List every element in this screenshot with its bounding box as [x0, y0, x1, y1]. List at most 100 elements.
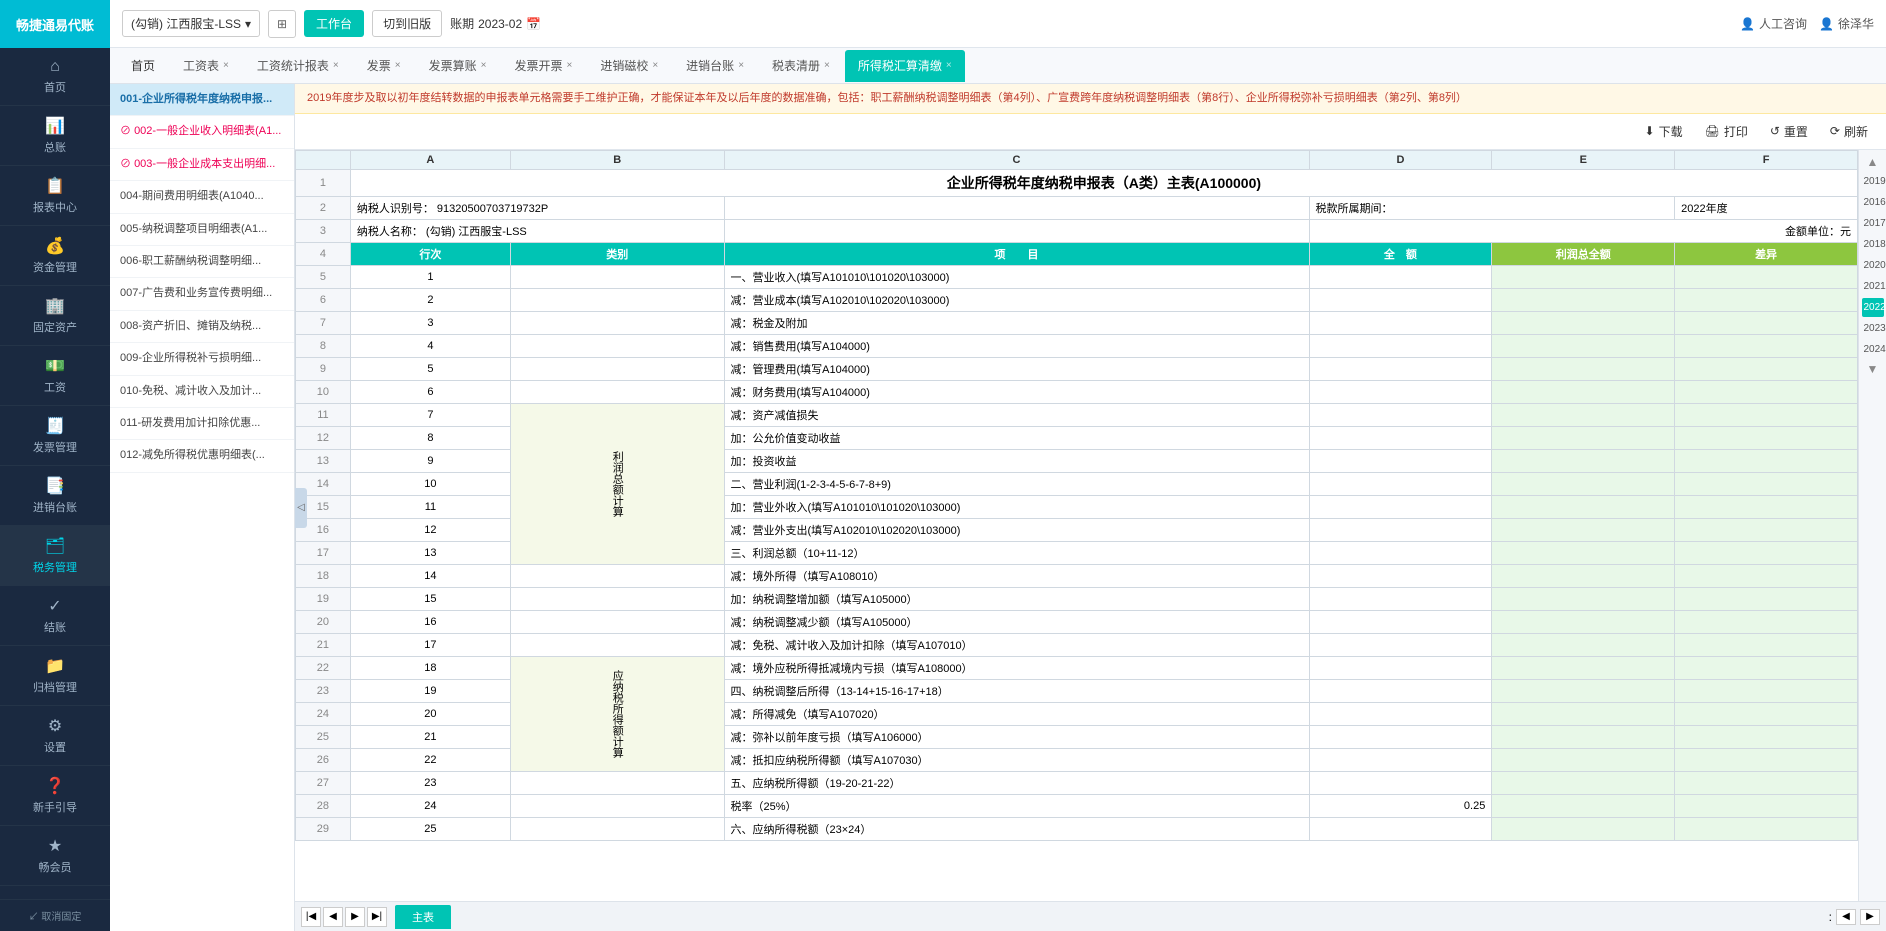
cell-xingci-2[interactable]: 2 — [350, 288, 510, 311]
cell-xingci-24[interactable]: 24 — [350, 794, 510, 817]
cell-xiangmu-12[interactable]: 减：营业外支出(填写A102010\102020\103000) — [724, 518, 1309, 541]
cell-quane-21[interactable] — [1309, 725, 1492, 748]
tab-invoice-calc[interactable]: 发票算账 × — [416, 50, 500, 82]
cell-lirun-5[interactable] — [1492, 357, 1675, 380]
close-tab-income-tax[interactable]: × — [946, 60, 952, 71]
cell-xingci-3[interactable]: 3 — [350, 311, 510, 334]
refresh-btn[interactable]: ⟳ 刷新 — [1824, 120, 1874, 143]
sidebar-item-sales[interactable]: 📑 进销台账 — [0, 466, 110, 526]
cell-quane-24[interactable]: 0.25 — [1309, 794, 1492, 817]
cell-chayi-4[interactable] — [1675, 334, 1858, 357]
cell-lirun-1[interactable] — [1492, 265, 1675, 288]
cell-xiangmu-19[interactable]: 四、纳税调整后所得（13-14+15-16-17+18） — [724, 679, 1309, 702]
cell-xiangmu-22[interactable]: 减：抵扣应纳税所得额（填写A107030） — [724, 748, 1309, 771]
cell-xingci-20[interactable]: 20 — [350, 702, 510, 725]
year-btn-2017[interactable]: 2017 — [1862, 214, 1884, 233]
cell-quane-22[interactable] — [1309, 748, 1492, 771]
cell-lirun-15[interactable] — [1492, 587, 1675, 610]
cell-chayi-6[interactable] — [1675, 380, 1858, 403]
cell-xiangmu-4[interactable]: 减：销售费用(填写A104000) — [724, 334, 1309, 357]
cell-xingci-17[interactable]: 17 — [350, 633, 510, 656]
sub-nav-item-009[interactable]: 009-企业所得税补亏损明细... — [110, 343, 294, 375]
cell-xiangmu-9[interactable]: 加：投资收益 — [724, 449, 1309, 472]
sub-nav-item-007[interactable]: 007-广告费和业务宣传费明细... — [110, 278, 294, 310]
cell-xingci-7[interactable]: 7 — [350, 403, 510, 426]
scroll-left-btn[interactable]: ◀ — [1836, 909, 1856, 925]
cell-chayi-14[interactable] — [1675, 564, 1858, 587]
cell-quane-8[interactable] — [1309, 426, 1492, 449]
cell-lirun-11[interactable] — [1492, 495, 1675, 518]
cell-chayi-22[interactable] — [1675, 748, 1858, 771]
sidebar-item-guide[interactable]: ❓ 新手引导 — [0, 766, 110, 826]
tab-income-tax[interactable]: 所得税汇算清缴 × — [845, 50, 965, 82]
tab-home[interactable]: 首页 — [118, 50, 168, 82]
sub-nav-item-006[interactable]: 006-职工薪酬纳税调整明细... — [110, 246, 294, 278]
sub-nav-item-004[interactable]: 004-期间费用明细表(A1040... — [110, 181, 294, 213]
reset-btn[interactable]: ↺ 重置 — [1764, 120, 1814, 143]
sheet-nav-next-btn[interactable]: ▶ — [345, 907, 365, 927]
print-btn[interactable]: 🖨 打印 — [1699, 120, 1754, 143]
sheet-nav-last-btn[interactable]: ▶| — [367, 907, 387, 927]
cell-xiangmu-13[interactable]: 三、利润总额（10+11-12） — [724, 541, 1309, 564]
cell-quane-13[interactable] — [1309, 541, 1492, 564]
cell-lirun-16[interactable] — [1492, 610, 1675, 633]
cell-quane-11[interactable] — [1309, 495, 1492, 518]
cell-lirun-20[interactable] — [1492, 702, 1675, 725]
cell-lirun-3[interactable] — [1492, 311, 1675, 334]
close-tab-purchase-verify[interactable]: × — [652, 60, 658, 71]
cell-xingci-10[interactable]: 10 — [350, 472, 510, 495]
cell-xiangmu-24[interactable]: 税率（25%） — [724, 794, 1309, 817]
sub-nav-item-001[interactable]: 001-企业所得税年度纳税申报... — [110, 84, 294, 116]
cell-quane-2[interactable] — [1309, 288, 1492, 311]
cell-xiangmu-23[interactable]: 五、应纳税所得额（19-20-21-22） — [724, 771, 1309, 794]
cell-xiangmu-2[interactable]: 减：营业成本(填写A102010\102020\103000) — [724, 288, 1309, 311]
cell-chayi-25[interactable] — [1675, 817, 1858, 840]
cell-xingci-6[interactable]: 6 — [350, 380, 510, 403]
cell-chayi-15[interactable] — [1675, 587, 1858, 610]
cell-xiangmu-20[interactable]: 减：所得减免（填写A107020） — [724, 702, 1309, 725]
cell-xiangmu-25[interactable]: 六、应纳所得税额（23×24） — [724, 817, 1309, 840]
cell-xingci-25[interactable]: 25 — [350, 817, 510, 840]
cell-lirun-24[interactable] — [1492, 794, 1675, 817]
company-settings-btn[interactable]: ⊞ — [268, 10, 296, 38]
cell-chayi-18[interactable] — [1675, 656, 1858, 679]
tab-invoice-open[interactable]: 发票开票 × — [501, 50, 585, 82]
tab-purchase-ledger[interactable]: 进销台账 × — [673, 50, 757, 82]
year-nav-up-btn[interactable]: ▲ — [1862, 154, 1884, 170]
cell-xingci-23[interactable]: 23 — [350, 771, 510, 794]
cell-quane-3[interactable] — [1309, 311, 1492, 334]
cell-chayi-23[interactable] — [1675, 771, 1858, 794]
cell-xingci-5[interactable]: 5 — [350, 357, 510, 380]
year-btn-2020[interactable]: 2020 — [1862, 256, 1884, 275]
cell-xingci-1[interactable]: 1 — [350, 265, 510, 288]
cell-xiangmu-3[interactable]: 减：税金及附加 — [724, 311, 1309, 334]
cell-chayi-11[interactable] — [1675, 495, 1858, 518]
tab-tax-table[interactable]: 税表清册 × — [759, 50, 843, 82]
cell-xiangmu-15[interactable]: 加：纳税调整增加额（填写A105000） — [724, 587, 1309, 610]
cell-xingci-12[interactable]: 12 — [350, 518, 510, 541]
cell-xingci-4[interactable]: 4 — [350, 334, 510, 357]
cell-lirun-23[interactable] — [1492, 771, 1675, 794]
cell-chayi-24[interactable] — [1675, 794, 1858, 817]
ai-consult-btn[interactable]: 👤 人工咨询 — [1740, 15, 1807, 32]
sub-nav-item-005[interactable]: 005-纳税调整项目明细表(A1... — [110, 214, 294, 246]
cell-xiangmu-10[interactable]: 二、营业利润(1-2-3-4-5-6-7-8+9) — [724, 472, 1309, 495]
cell-lirun-19[interactable] — [1492, 679, 1675, 702]
cell-xiangmu-21[interactable]: 减：弥补以前年度亏损（填写A106000） — [724, 725, 1309, 748]
cell-chayi-7[interactable] — [1675, 403, 1858, 426]
close-tab-payroll-stats[interactable]: × — [333, 60, 339, 71]
cell-lirun-10[interactable] — [1492, 472, 1675, 495]
tab-payroll[interactable]: 工资表 × — [170, 50, 242, 82]
cell-xiangmu-18[interactable]: 减：境外应税所得抵减境内亏损（填写A108000） — [724, 656, 1309, 679]
cell-lirun-6[interactable] — [1492, 380, 1675, 403]
close-tab-purchase-ledger[interactable]: × — [738, 60, 744, 71]
cell-xingci-13[interactable]: 13 — [350, 541, 510, 564]
close-tab-tax-table[interactable]: × — [824, 60, 830, 71]
cell-quane-16[interactable] — [1309, 610, 1492, 633]
cell-xiangmu-8[interactable]: 加：公允价值变动收益 — [724, 426, 1309, 449]
cell-lirun-13[interactable] — [1492, 541, 1675, 564]
year-btn-2019[interactable]: 2019 — [1862, 172, 1884, 191]
cell-chayi-8[interactable] — [1675, 426, 1858, 449]
workbench-btn[interactable]: 工作台 — [304, 10, 364, 37]
tab-invoice[interactable]: 发票 × — [354, 50, 414, 82]
